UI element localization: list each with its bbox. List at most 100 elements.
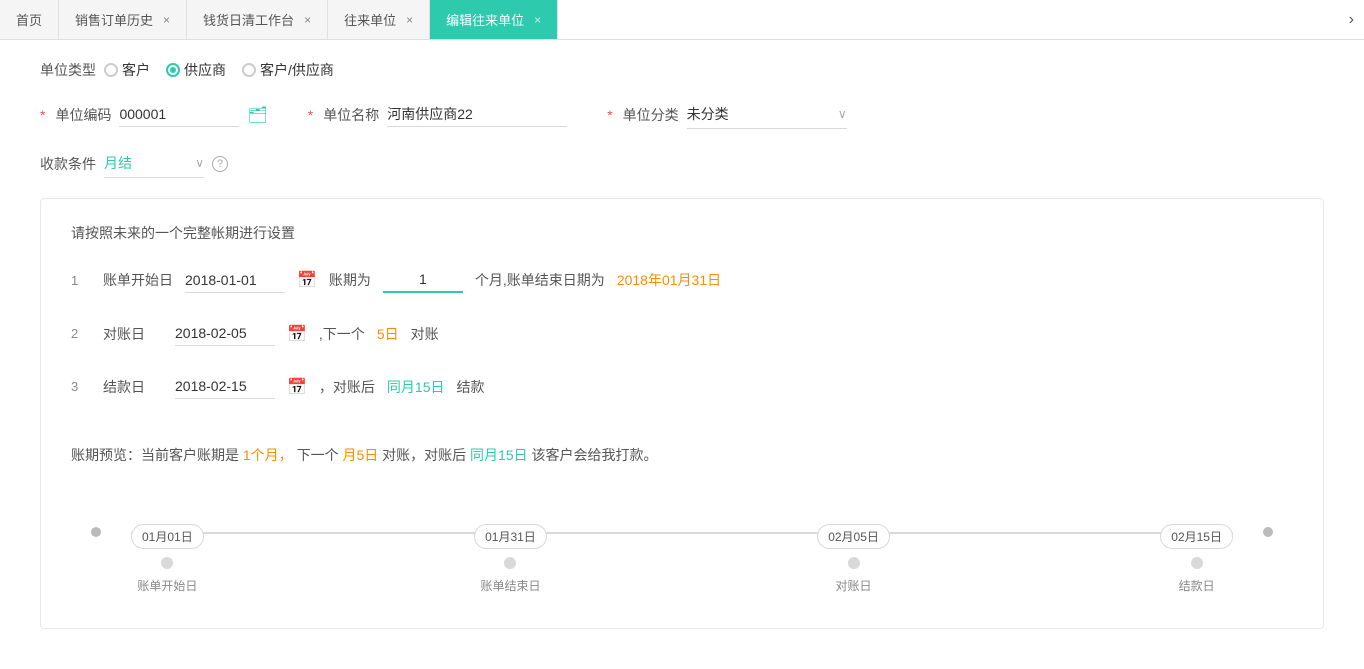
row-3-label: 结款日: [103, 377, 163, 397]
unit-category-label: 单位分类: [623, 105, 679, 125]
row-3-date-input[interactable]: [175, 374, 275, 399]
preview-val2: 月5日: [342, 447, 378, 463]
row-3-suffix-pre: ，对账后: [319, 377, 375, 397]
timeline-left-cap: [91, 527, 101, 537]
radio-both[interactable]: 客户/供应商: [242, 60, 334, 80]
row-3-suffix-post: 结款: [457, 377, 485, 397]
settings-row-3: 3 结款日 📅 ，对账后 同月15日 结款: [71, 374, 1293, 399]
timeline-point-1: 01月01日 账单开始日: [131, 524, 204, 594]
payment-select[interactable]: 月结 ∨: [104, 149, 204, 178]
unit-name-input[interactable]: [387, 102, 567, 127]
unit-category-star: *: [607, 107, 612, 123]
timeline-dot-4: [1191, 557, 1203, 569]
unit-code-icon[interactable]: 🗂: [247, 105, 267, 125]
radio-supplier-circle: [166, 63, 180, 77]
tab-partner-units-label: 往来单位: [344, 10, 396, 29]
timeline-badge-2: 01月31日: [474, 524, 547, 549]
payment-help-icon[interactable]: ?: [212, 156, 228, 172]
row-2-date-input[interactable]: [175, 321, 275, 346]
radio-both-label: 客户/供应商: [260, 60, 334, 80]
settings-row-2: 2 对账日 📅 ,下一个 5日 对账: [71, 321, 1293, 346]
row-2-cal-icon[interactable]: 📅: [287, 324, 307, 344]
settings-panel: 请按照未来的一个完整帐期进行设置 1 账单开始日 📅 账期为 个月,账单结束日期…: [40, 198, 1324, 629]
tab-cash-work-close[interactable]: ×: [304, 13, 311, 27]
tab-sales-history[interactable]: 销售订单历史 ×: [59, 0, 187, 39]
timeline-label-3: 对账日: [836, 577, 872, 594]
timeline-right-cap: [1263, 527, 1273, 537]
tab-more-button[interactable]: ›: [1339, 0, 1364, 39]
settings-row-1: 1 账单开始日 📅 账期为 个月,账单结束日期为 2018年01月31日: [71, 267, 1293, 293]
row-1-period-label: 账期为: [329, 270, 371, 290]
unit-category-field: * 单位分类 未分类 ∨: [607, 100, 846, 129]
row-1-cal-icon[interactable]: 📅: [297, 270, 317, 290]
timeline-label-2: 账单结束日: [480, 577, 540, 594]
row-3-suffix-mid: 同月15日: [387, 377, 445, 397]
unit-code-star: *: [40, 107, 45, 123]
payment-value: 月结: [104, 153, 195, 173]
row-3-cal-icon[interactable]: 📅: [287, 377, 307, 397]
timeline-point-3: 02月05日 对账日: [817, 524, 890, 594]
timeline-label-1: 账单开始日: [137, 577, 197, 594]
radio-supplier[interactable]: 供应商: [166, 60, 226, 80]
tab-sales-history-close[interactable]: ×: [163, 13, 170, 27]
tab-edit-partner[interactable]: 编辑往来单位 ×: [430, 0, 558, 39]
payment-label: 收款条件: [40, 154, 96, 174]
unit-code-label: 单位编码: [55, 105, 111, 125]
tab-cash-work[interactable]: 钱货日清工作台 ×: [187, 0, 328, 39]
settings-title: 请按照未来的一个完整帐期进行设置: [71, 223, 1293, 243]
timeline-dot-2: [504, 557, 516, 569]
row-2-label: 对账日: [103, 324, 163, 344]
timeline-label-4: 结款日: [1179, 577, 1215, 594]
timeline-container: 01月01日 账单开始日 01月31日 账单结束日 02月05日: [71, 514, 1293, 604]
tab-partner-units-close[interactable]: ×: [406, 13, 413, 27]
row-1-label: 账单开始日: [103, 270, 173, 290]
unit-code-field: * 单位编码 🗂: [40, 102, 268, 127]
radio-customer-circle: [104, 63, 118, 77]
code-name-row: * 单位编码 🗂 * 单位名称 * 单位分类 未分类 ∨: [40, 100, 1324, 129]
unit-category-arrow: ∨: [838, 107, 847, 121]
preview-val1: 1个月，: [243, 447, 293, 463]
payment-field: 收款条件 月结 ∨ ?: [40, 149, 228, 178]
unit-category-value: 未分类: [687, 104, 838, 124]
unit-name-field: * 单位名称: [308, 102, 567, 127]
payment-row: 收款条件 月结 ∨ ?: [40, 149, 1324, 178]
tab-sales-history-label: 销售订单历史: [75, 10, 153, 29]
timeline-badge-3: 02月05日: [817, 524, 890, 549]
row-1-period-unit: 个月,账单结束日期为: [475, 270, 605, 290]
tab-home[interactable]: 首页: [0, 0, 59, 39]
timeline-point-4: 02月15日 结款日: [1160, 524, 1233, 594]
radio-supplier-label: 供应商: [184, 60, 226, 80]
radio-customer-label: 客户: [122, 60, 150, 80]
row-3-num: 3: [71, 379, 91, 394]
unit-name-label: 单位名称: [323, 105, 379, 125]
tab-edit-partner-close[interactable]: ×: [534, 13, 541, 27]
timeline-badge-1: 01月01日: [131, 524, 204, 549]
tab-edit-partner-label: 编辑往来单位: [446, 10, 524, 29]
row-1-date-input[interactable]: [185, 268, 285, 293]
preview-mid: 下一个: [297, 447, 339, 463]
row-1-period-end: 2018年01月31日: [617, 270, 721, 290]
timeline-dot-1: [161, 557, 173, 569]
timeline-points: 01月01日 账单开始日 01月31日 账单结束日 02月05日: [91, 524, 1273, 594]
tab-cash-work-label: 钱货日清工作台: [203, 10, 294, 29]
radio-customer[interactable]: 客户: [104, 60, 150, 80]
row-1-num: 1: [71, 273, 91, 288]
row-2-suffix-post: 对账: [411, 324, 439, 344]
unit-type-radio-group: 客户 供应商 客户/供应商: [104, 60, 334, 80]
preview-suffix: 该客户会给我打款。: [532, 447, 658, 463]
row-2-num: 2: [71, 326, 91, 341]
row-2-suffix-mid: 5日: [377, 324, 399, 344]
tab-bar: 首页 销售订单历史 × 钱货日清工作台 × 往来单位 × 编辑往来单位 × ›: [0, 0, 1364, 40]
timeline-badge-4: 02月15日: [1160, 524, 1233, 549]
timeline-dot-3: [848, 557, 860, 569]
period-preview: 账期预览：当前客户账期是 1个月， 下一个 月5日 对账，对账后 同月15日 该…: [71, 427, 1293, 484]
unit-type-label: 单位类型: [40, 60, 96, 80]
radio-both-circle: [242, 63, 256, 77]
unit-name-star: *: [308, 107, 313, 123]
unit-category-select[interactable]: 未分类 ∨: [687, 100, 847, 129]
unit-code-input[interactable]: [119, 102, 239, 127]
preview-mid2: 对账，对账后: [382, 447, 466, 463]
row-1-period-input[interactable]: [383, 267, 463, 293]
tab-partner-units[interactable]: 往来单位 ×: [328, 0, 430, 39]
row-2-suffix-pre: ,下一个: [319, 324, 365, 344]
